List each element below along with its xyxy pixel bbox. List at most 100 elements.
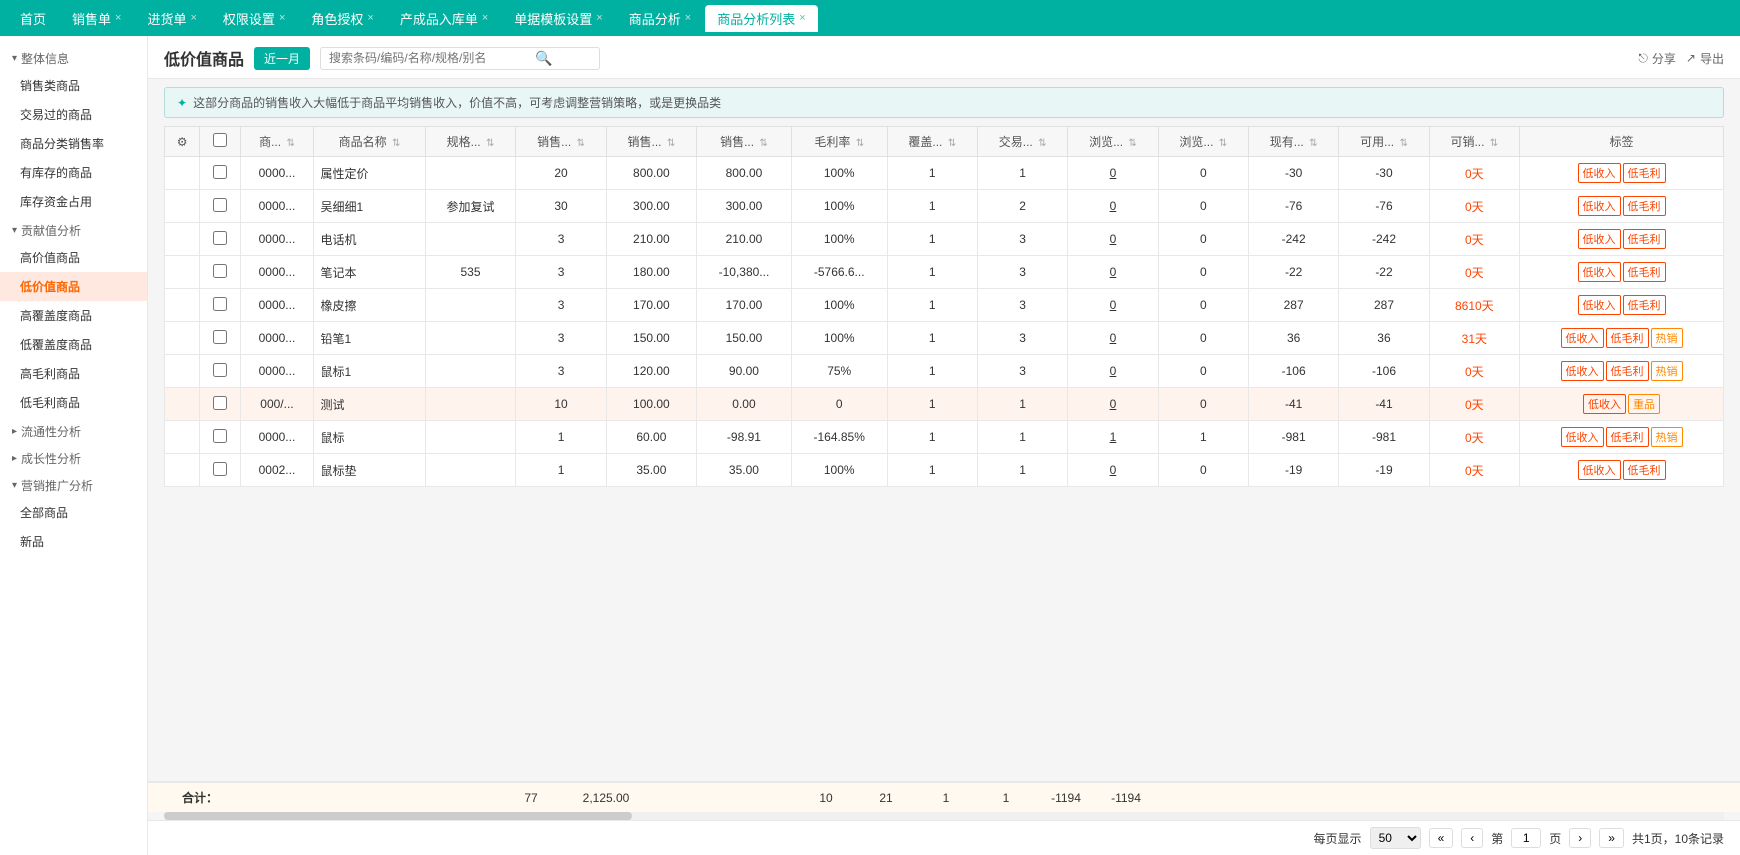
nav-analysis[interactable]: 商品分析 × bbox=[617, 5, 703, 32]
row-name: 笔记本 bbox=[314, 256, 425, 289]
select-all-checkbox[interactable] bbox=[213, 133, 227, 147]
views1-link[interactable]: 0 bbox=[1110, 463, 1117, 477]
row-settings bbox=[165, 256, 200, 289]
sidebar-item-new-products[interactable]: 新品 bbox=[0, 527, 147, 556]
views1-link[interactable]: 0 bbox=[1110, 166, 1117, 180]
sidebar-group-marketing[interactable]: ▾ 营销推广分析 bbox=[0, 471, 147, 498]
row-trades: 1 bbox=[977, 388, 1067, 421]
row-amount: -10,380... bbox=[697, 256, 792, 289]
row-checkbox bbox=[200, 289, 240, 322]
sidebar-item-sales-products[interactable]: 销售类商品 bbox=[0, 71, 147, 100]
next-page-button[interactable]: › bbox=[1569, 828, 1591, 848]
sidebar-item-low-coverage[interactable]: 低覆盖度商品 bbox=[0, 330, 147, 359]
col-settings[interactable]: ⚙ bbox=[165, 127, 200, 157]
per-page-select[interactable]: 50 100 200 bbox=[1370, 827, 1421, 849]
row-select-checkbox[interactable] bbox=[213, 297, 227, 311]
row-select-checkbox[interactable] bbox=[213, 363, 227, 377]
views1-link[interactable]: 0 bbox=[1110, 364, 1117, 378]
row-spec bbox=[425, 322, 516, 355]
sidebar-item-stock-capital[interactable]: 库存资金占用 bbox=[0, 187, 147, 216]
nav-purchase-close[interactable]: × bbox=[190, 12, 196, 24]
period-button[interactable]: 近一月 bbox=[254, 47, 310, 70]
search-icon[interactable]: 🔍 bbox=[535, 50, 552, 67]
sidebar-item-low-margin[interactable]: 低毛利商品 bbox=[0, 388, 147, 417]
col-coverage[interactable]: 覆盖... ⇅ bbox=[887, 127, 977, 157]
row-select-checkbox[interactable] bbox=[213, 330, 227, 344]
col-margin[interactable]: 毛利率 ⇅ bbox=[791, 127, 887, 157]
col-avail[interactable]: 可用... ⇅ bbox=[1339, 127, 1429, 157]
share-button[interactable]: ⎋ 分享 bbox=[1638, 50, 1676, 67]
nav-role-close[interactable]: × bbox=[367, 12, 373, 24]
views1-link[interactable]: 0 bbox=[1110, 331, 1117, 345]
col-amount[interactable]: 销售... ⇅ bbox=[697, 127, 792, 157]
nav-analysis-list[interactable]: 商品分析列表 × bbox=[705, 5, 817, 32]
nav-home[interactable]: 首页 bbox=[8, 5, 58, 32]
row-amount: 210.00 bbox=[697, 223, 792, 256]
sidebar-group-liquidity[interactable]: ▸ 流通性分析 bbox=[0, 417, 147, 444]
sidebar-item-category-sales[interactable]: 商品分类销售率 bbox=[0, 129, 147, 158]
nav-purchase[interactable]: 进货单 × bbox=[135, 5, 208, 32]
row-select-checkbox[interactable] bbox=[213, 198, 227, 212]
row-tags: 低收入低毛利热销 bbox=[1520, 421, 1724, 454]
col-tags[interactable]: 标签 bbox=[1520, 127, 1724, 157]
row-checkbox bbox=[200, 322, 240, 355]
nav-production[interactable]: 产成品入库单 × bbox=[388, 5, 500, 32]
views1-link[interactable]: 0 bbox=[1110, 397, 1117, 411]
row-price: 170.00 bbox=[606, 289, 696, 322]
col-code[interactable]: 商... ⇅ bbox=[240, 127, 314, 157]
col-views1[interactable]: 浏览... ⇅ bbox=[1068, 127, 1158, 157]
nav-sales-close[interactable]: × bbox=[115, 12, 121, 24]
col-views2[interactable]: 浏览... ⇅ bbox=[1158, 127, 1248, 157]
col-stock[interactable]: 现有... ⇅ bbox=[1248, 127, 1338, 157]
nav-analysis-list-close[interactable]: × bbox=[799, 12, 805, 24]
sidebar-item-stock-products[interactable]: 有库存的商品 bbox=[0, 158, 147, 187]
tag: 低收入 bbox=[1578, 196, 1621, 216]
sidebar-item-high-coverage[interactable]: 高覆盖度商品 bbox=[0, 301, 147, 330]
row-select-checkbox[interactable] bbox=[213, 264, 227, 278]
views1-link[interactable]: 0 bbox=[1110, 199, 1117, 213]
row-select-checkbox[interactable] bbox=[213, 429, 227, 443]
views1-link[interactable]: 0 bbox=[1110, 232, 1117, 246]
prev-page-button[interactable]: ‹ bbox=[1461, 828, 1483, 848]
first-page-button[interactable]: « bbox=[1429, 828, 1454, 848]
row-select-checkbox[interactable] bbox=[213, 396, 227, 410]
row-views1: 0 bbox=[1068, 157, 1158, 190]
last-page-button[interactable]: » bbox=[1599, 828, 1624, 848]
search-input[interactable] bbox=[329, 51, 529, 65]
nav-template[interactable]: 单据模板设置 × bbox=[502, 5, 614, 32]
sidebar-item-traded-products[interactable]: 交易过的商品 bbox=[0, 100, 147, 129]
export-button[interactable]: ↗ 导出 bbox=[1686, 50, 1724, 67]
views1-link[interactable]: 1 bbox=[1110, 430, 1117, 444]
sidebar-group-contribution[interactable]: ▾ 贡献值分析 bbox=[0, 216, 147, 243]
nav-analysis-close[interactable]: × bbox=[685, 12, 691, 24]
col-qty[interactable]: 销售... ⇅ bbox=[516, 127, 606, 157]
row-select-checkbox[interactable] bbox=[213, 165, 227, 179]
col-trades[interactable]: 交易... ⇅ bbox=[977, 127, 1067, 157]
col-price[interactable]: 销售... ⇅ bbox=[606, 127, 696, 157]
nav-template-close[interactable]: × bbox=[596, 12, 602, 24]
col-name[interactable]: 商品名称 ⇅ bbox=[314, 127, 425, 157]
col-spec[interactable]: 规格... ⇅ bbox=[425, 127, 516, 157]
page-input[interactable] bbox=[1511, 828, 1541, 848]
row-code: 0000... bbox=[240, 289, 314, 322]
nav-permission-close[interactable]: × bbox=[279, 12, 285, 24]
row-select-checkbox[interactable] bbox=[213, 462, 227, 476]
sidebar-group-growth[interactable]: ▸ 成长性分析 bbox=[0, 444, 147, 471]
col-saleable[interactable]: 可销... ⇅ bbox=[1429, 127, 1519, 157]
sidebar-item-all-products[interactable]: 全部商品 bbox=[0, 498, 147, 527]
tag: 低收入 bbox=[1578, 262, 1621, 282]
row-tags: 低收入低毛利 bbox=[1520, 256, 1724, 289]
sidebar-item-high-value[interactable]: 高价值商品 bbox=[0, 243, 147, 272]
row-settings bbox=[165, 289, 200, 322]
views1-link[interactable]: 0 bbox=[1110, 298, 1117, 312]
nav-permission[interactable]: 权限设置 × bbox=[211, 5, 297, 32]
sidebar-item-low-value[interactable]: 低价值商品 bbox=[0, 272, 147, 301]
nav-sales[interactable]: 销售单 × bbox=[60, 5, 133, 32]
sidebar-item-high-margin[interactable]: 高毛利商品 bbox=[0, 359, 147, 388]
row-settings bbox=[165, 190, 200, 223]
row-select-checkbox[interactable] bbox=[213, 231, 227, 245]
nav-production-close[interactable]: × bbox=[482, 12, 488, 24]
nav-role[interactable]: 角色授权 × bbox=[299, 5, 385, 32]
views1-link[interactable]: 0 bbox=[1110, 265, 1117, 279]
sidebar-group-overview[interactable]: ▾ 整体信息 bbox=[0, 44, 147, 71]
